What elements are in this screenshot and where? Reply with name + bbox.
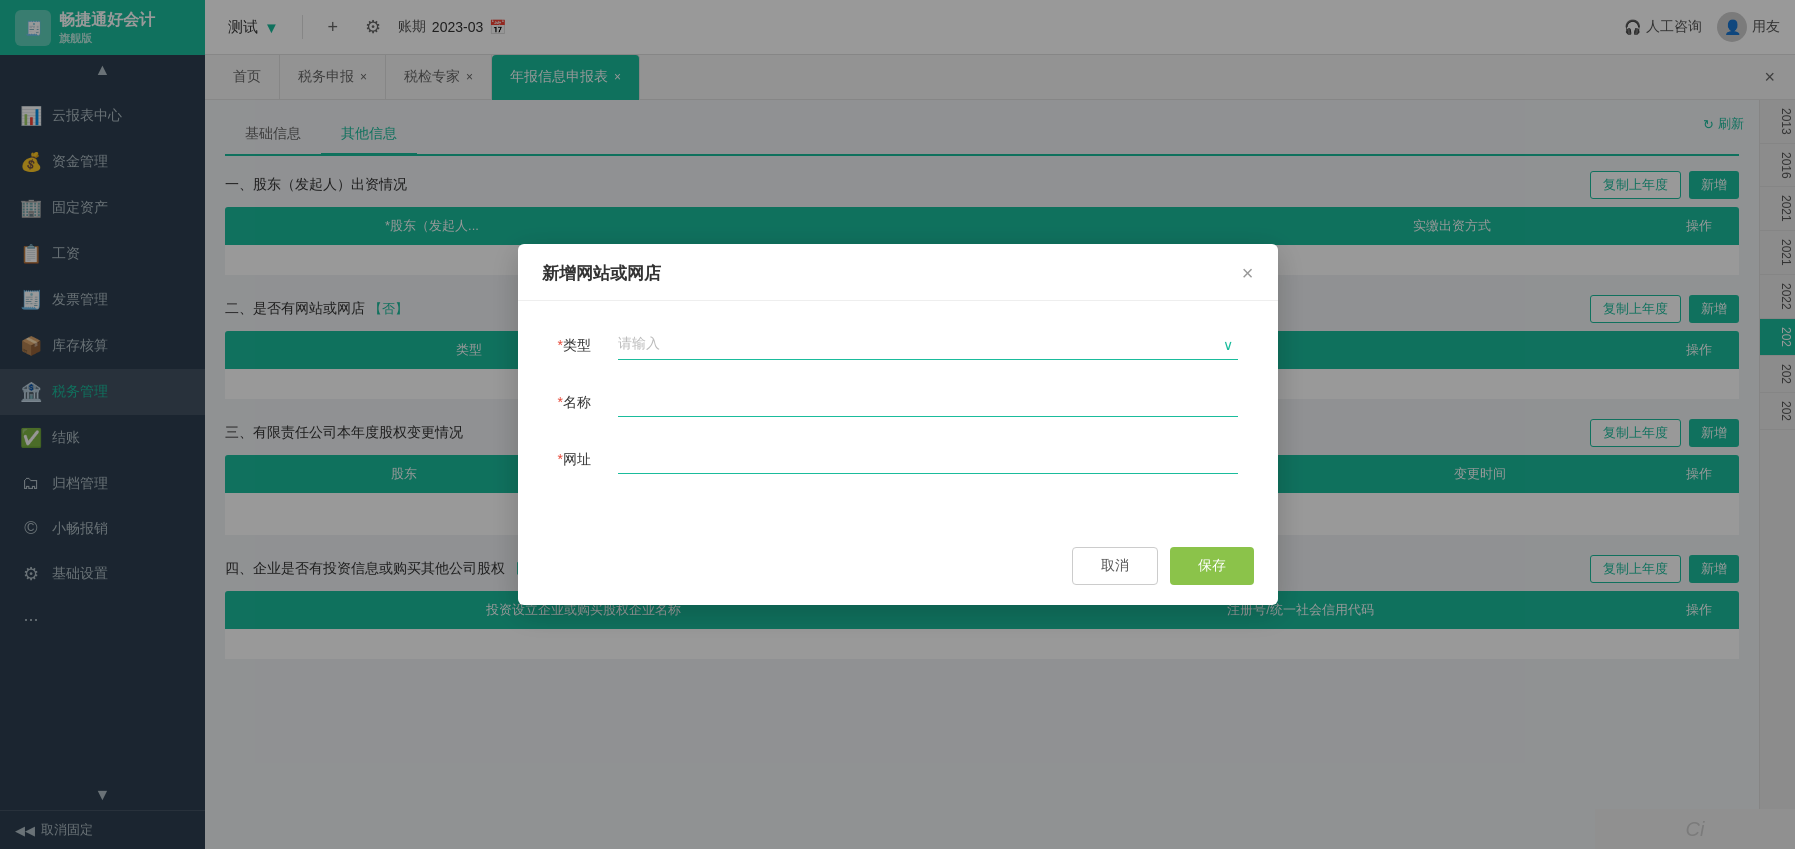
label-url: *网址 — [558, 451, 618, 469]
dropdown-arrow-icon: ∨ — [1223, 337, 1233, 353]
label-type: *类型 — [558, 337, 618, 355]
dialog-footer: 取消 保存 — [518, 532, 1278, 605]
url-input[interactable] — [618, 445, 1238, 469]
save-button[interactable]: 保存 — [1170, 547, 1254, 585]
dialog-header: 新增网站或网店 × — [518, 244, 1278, 301]
required-mark-url: * — [558, 451, 563, 467]
form-row-url: *网址 — [558, 445, 1238, 474]
type-field-wrapper: ∨ — [618, 331, 1238, 360]
name-input[interactable] — [618, 388, 1238, 412]
dialog-title: 新增网站或网店 — [542, 262, 661, 285]
cancel-button[interactable]: 取消 — [1072, 547, 1158, 585]
dialog-close-button[interactable]: × — [1242, 262, 1254, 285]
dialog-body: *类型 ∨ *名称 *网址 — [518, 301, 1278, 532]
url-field-wrapper — [618, 445, 1238, 474]
form-row-name: *名称 — [558, 388, 1238, 417]
add-website-dialog: 新增网站或网店 × *类型 ∨ *名称 — [518, 244, 1278, 605]
label-name: *名称 — [558, 394, 618, 412]
required-mark-name: * — [558, 394, 563, 410]
name-field-wrapper — [618, 388, 1238, 417]
type-input[interactable] — [618, 331, 1238, 355]
modal-overlay[interactable]: 新增网站或网店 × *类型 ∨ *名称 — [0, 0, 1795, 849]
required-mark: * — [558, 337, 563, 353]
form-row-type: *类型 ∨ — [558, 331, 1238, 360]
